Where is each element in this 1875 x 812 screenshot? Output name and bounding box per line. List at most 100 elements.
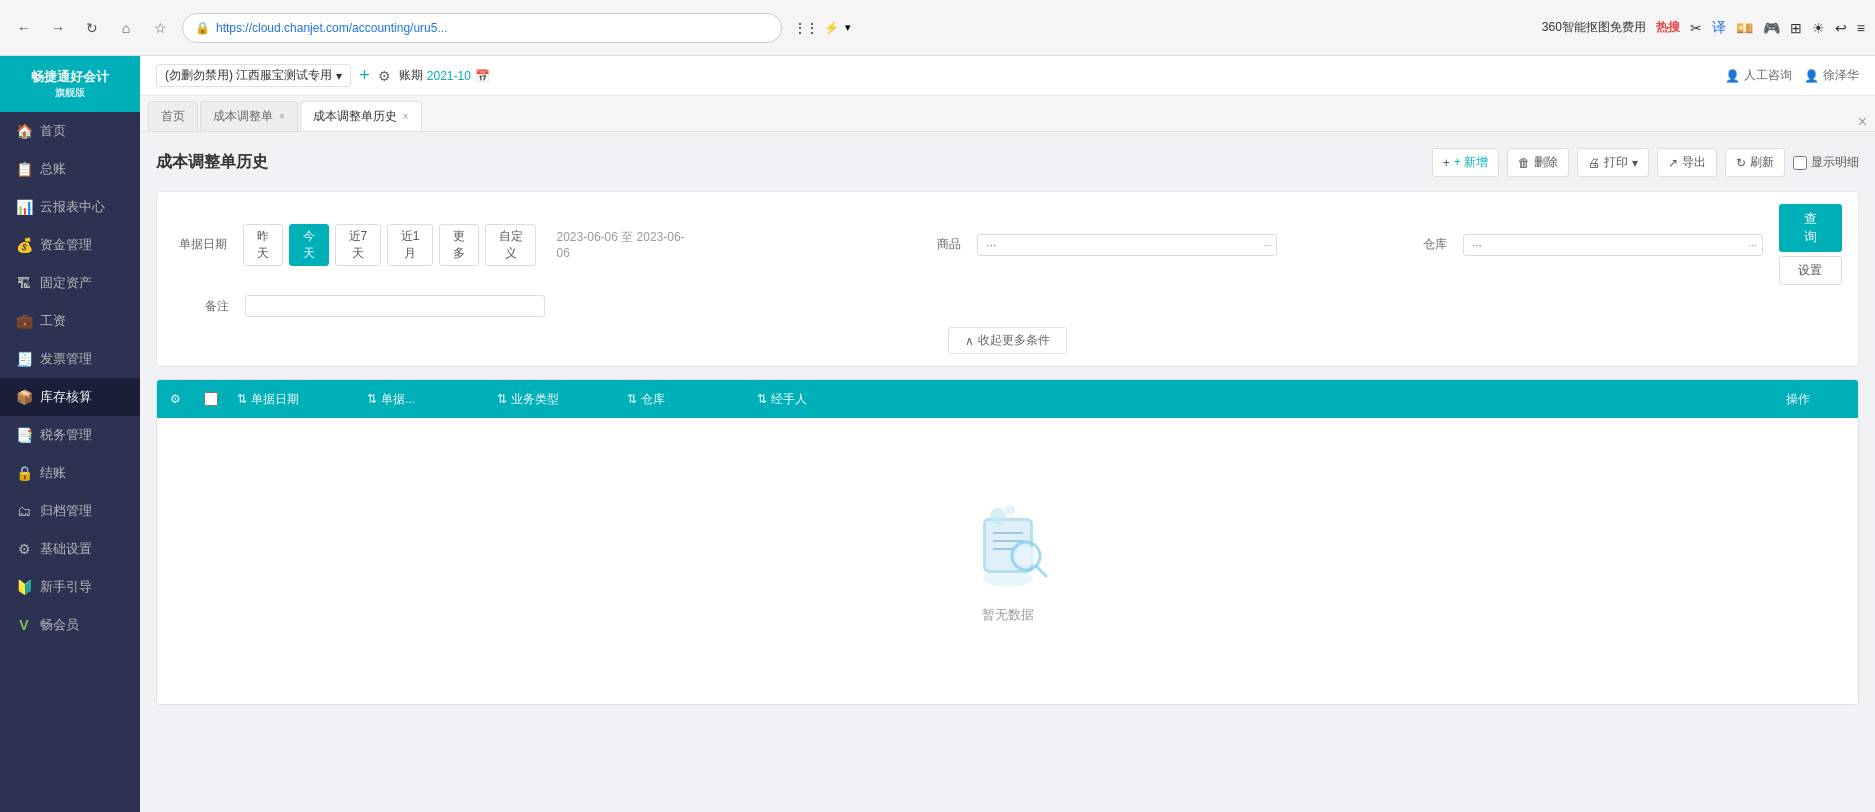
th-handler[interactable]: ⇅ 经手人 <box>749 391 1778 408</box>
sidebar-label-salary: 工资 <box>40 312 66 330</box>
new-button[interactable]: + + 新增 <box>1432 148 1499 177</box>
inventory-icon: 📦 <box>16 389 32 405</box>
print-dropdown-icon: ▾ <box>1632 156 1638 170</box>
warehouse-filter-label: 仓库 <box>1393 236 1447 253</box>
th-date[interactable]: ⇅ 单据日期 <box>229 391 359 408</box>
warehouse-select[interactable] <box>1463 234 1763 256</box>
th-settings[interactable]: ⚙ <box>157 392 193 406</box>
sidebar-item-funds[interactable]: 💰 资金管理 <box>0 226 140 264</box>
member-icon: V <box>16 617 32 633</box>
th-biztype-label: 业务类型 <box>511 391 559 408</box>
sidebar-item-member[interactable]: V 畅会员 <box>0 606 140 644</box>
svg-point-7 <box>1016 546 1036 566</box>
collapse-button[interactable]: ∧ 收起更多条件 <box>948 327 1067 354</box>
export-button[interactable]: ↗ 导出 <box>1657 148 1717 177</box>
invoice-icon: 🧾 <box>16 351 32 367</box>
date-btn-7days[interactable]: 近7天 <box>335 224 381 266</box>
settings-gear-icon[interactable]: ⚙ <box>378 68 391 84</box>
dropdown-button[interactable]: ▾ <box>845 21 851 34</box>
tab-cost-adjust[interactable]: 成本调整单 × <box>200 101 298 131</box>
sidebar-item-reports[interactable]: 📊 云报表中心 <box>0 188 140 226</box>
date-btn-custom[interactable]: 自定义 <box>485 224 536 266</box>
sidebar-item-invoice[interactable]: 🧾 发票管理 <box>0 340 140 378</box>
consult-button[interactable]: 👤 人工咨询 <box>1725 67 1792 84</box>
date-btn-today[interactable]: 今天 <box>289 224 329 266</box>
delete-button[interactable]: 🗑 删除 <box>1507 148 1569 177</box>
display-toggle-checkbox[interactable] <box>1793 156 1807 170</box>
new-icon: + <box>1443 156 1450 170</box>
remark-input[interactable] <box>245 295 545 317</box>
sidebar-item-ledger[interactable]: 📋 总账 <box>0 150 140 188</box>
date-filter-label: 单据日期 <box>173 236 227 253</box>
theme-icon: ☀ <box>1812 20 1825 36</box>
add-tab-button[interactable]: + <box>359 65 370 86</box>
menu-icon[interactable]: ≡ <box>1857 20 1865 36</box>
grid-icon: ⊞ <box>1790 20 1802 36</box>
th-checkbox[interactable] <box>193 392 229 406</box>
sidebar-item-home[interactable]: 🏠 首页 <box>0 112 140 150</box>
sidebar-label-inventory: 库存核算 <box>40 388 92 406</box>
th-docno[interactable]: ⇅ 单据... <box>359 391 489 408</box>
export-label: 导出 <box>1682 154 1706 171</box>
sidebar-item-settings[interactable]: ⚙ 基础设置 <box>0 530 140 568</box>
sidebar-item-guide[interactable]: 🔰 新手引导 <box>0 568 140 606</box>
sidebar-item-inventory[interactable]: 📦 库存核算 <box>0 378 140 416</box>
delete-label: 删除 <box>1534 154 1558 171</box>
translate-icon: 译 <box>1712 19 1726 37</box>
refresh-button[interactable]: ↻ 刷新 <box>1725 148 1785 177</box>
sidebar-item-tax[interactable]: 📑 税务管理 <box>0 416 140 454</box>
filter-settings-button[interactable]: 设置 <box>1779 256 1842 285</box>
back-button[interactable]: ← <box>10 14 38 42</box>
th-biztype[interactable]: ⇅ 业务类型 <box>489 391 619 408</box>
hot-label: 热搜 <box>1656 19 1680 36</box>
warehouse-select-wrap <box>1463 234 1763 256</box>
user-avatar-icon: 👤 <box>1804 69 1819 83</box>
browser-chrome: ← → ↻ ⌂ ☆ 🔒 https://cloud.chanjet.com/ac… <box>0 0 1875 56</box>
address-bar[interactable]: 🔒 https://cloud.chanjet.com/accounting/u… <box>182 13 782 43</box>
sidebar-item-archive[interactable]: 🗂 归档管理 <box>0 492 140 530</box>
svg-point-10 <box>1005 505 1015 515</box>
sort-icon-biztype: ⇅ <box>497 392 507 406</box>
calendar-icon[interactable]: 📅 <box>475 69 490 83</box>
empty-state: 暂无数据 <box>157 418 1858 704</box>
print-button[interactable]: 🖨 打印 ▾ <box>1577 148 1649 177</box>
sidebar-item-close[interactable]: 🔒 结账 <box>0 454 140 492</box>
query-button[interactable]: 查询 <box>1779 204 1842 252</box>
ledger-icon: 📋 <box>16 161 32 177</box>
bookmark-button[interactable]: ☆ <box>146 14 174 42</box>
th-handler-label: 经手人 <box>771 391 807 408</box>
sidebar-item-fixed[interactable]: 🏗 固定资产 <box>0 264 140 302</box>
th-warehouse[interactable]: ⇅ 仓库 <box>619 391 749 408</box>
user-profile[interactable]: 👤 徐泽华 <box>1804 67 1859 84</box>
page-header: 成本调整单历史 + + 新增 🗑 删除 🖨 打印 ▾ <box>156 148 1859 177</box>
tab-cost-adjust-history[interactable]: 成本调整单历史 × <box>300 101 422 131</box>
game-icon: 🎮 <box>1763 20 1780 36</box>
period-info: 账期 2021-10 📅 <box>399 67 490 84</box>
extensions-button[interactable]: ⋮⋮ <box>794 21 818 35</box>
sidebar-item-salary[interactable]: 💼 工资 <box>0 302 140 340</box>
sidebar-label-settings: 基础设置 <box>40 540 92 558</box>
forward-button[interactable]: → <box>44 14 72 42</box>
app-logo: 畅捷通好会计 旗舰版 <box>0 56 140 112</box>
select-all-checkbox[interactable] <box>204 392 218 406</box>
sort-icon-warehouse: ⇅ <box>627 392 637 406</box>
reload-button[interactable]: ↻ <box>78 14 106 42</box>
period-value: 2021-10 <box>427 69 471 83</box>
date-btn-more[interactable]: 更多 <box>439 224 479 266</box>
tab-cost-adjust-history-close[interactable]: × <box>403 111 409 122</box>
date-btn-yesterday[interactable]: 昨天 <box>243 224 283 266</box>
svg-line-8 <box>1036 566 1046 576</box>
home-button[interactable]: ⌂ <box>112 14 140 42</box>
refresh-label: 刷新 <box>1750 154 1774 171</box>
remark-filter-label: 备注 <box>173 298 229 315</box>
tab-cost-adjust-close[interactable]: × <box>279 111 285 122</box>
tab-bar: 首页 成本调整单 × 成本调整单历史 × × <box>140 96 1875 132</box>
sidebar-label-fixed: 固定资产 <box>40 274 92 292</box>
tab-home[interactable]: 首页 <box>148 101 198 131</box>
svg-point-9 <box>990 508 1006 524</box>
lightning-button[interactable]: ⚡ <box>824 21 839 35</box>
date-btn-1month[interactable]: 近1月 <box>387 224 433 266</box>
close-all-tabs-button[interactable]: × <box>1858 113 1867 131</box>
goods-select[interactable] <box>977 234 1277 256</box>
company-selector[interactable]: (勿删勿禁用) 江西服宝测试专用 ▾ <box>156 64 351 87</box>
